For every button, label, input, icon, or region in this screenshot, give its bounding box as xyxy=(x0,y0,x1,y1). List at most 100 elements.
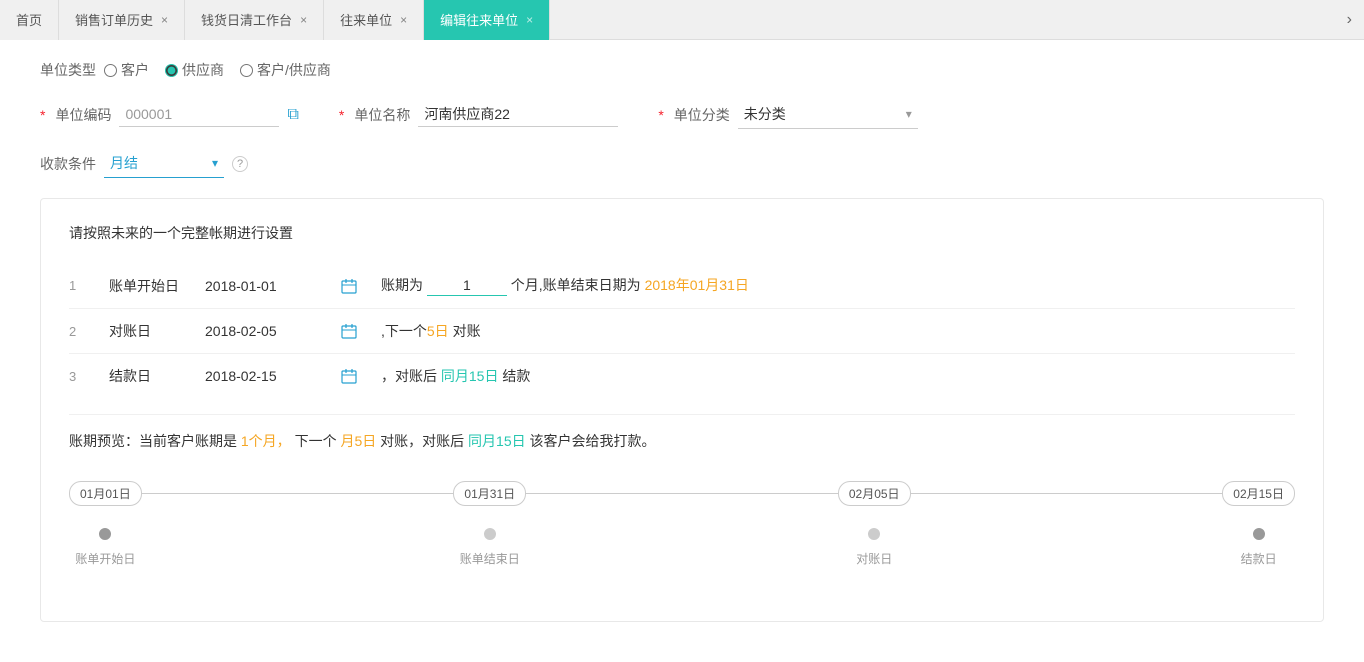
step2-day: 5日 xyxy=(427,323,449,339)
card-title: 请按照未来的一个完整帐期进行设置 xyxy=(69,223,1295,243)
timeline: 01月01日 账单开始日 01月31日 账单结束日 02月05日 对账 xyxy=(69,471,1295,597)
step1-end-date: 2018年01月31日 xyxy=(645,277,749,293)
timeline-point-3: 02月05日 对账日 xyxy=(838,481,911,567)
tab-cash-reconcile-close[interactable]: × xyxy=(300,13,307,27)
calendar-icon-3[interactable] xyxy=(341,368,357,384)
step2-comma: ,下一个 xyxy=(381,323,427,339)
unit-info-row: * 单位编码 ⧉ * 单位名称 * 单位分类 未分类 ▾ xyxy=(40,100,1324,129)
step1-suffix: 个月,账单结束日期为 xyxy=(511,277,645,293)
tab-more-button[interactable]: › xyxy=(1335,11,1364,29)
preview-text: 账期预览：当前客户账期是 1个月， 下一个 月5日 对账，对账后 同月15日 该… xyxy=(69,431,1295,451)
unit-code-input[interactable] xyxy=(119,102,279,127)
step-label-3: 结款日 xyxy=(109,366,189,386)
steps-table: 1 账单开始日 2018-01-01 账期为 个月,账单结束日期为 2018年0… xyxy=(69,263,1295,398)
unit-category-arrow-icon: ▾ xyxy=(906,107,912,121)
timeline-point-1: 01月01日 账单开始日 xyxy=(69,481,142,567)
page-content: 单位类型 客户 供应商 客户/供应商 * 单位编码 xyxy=(0,40,1364,662)
preview-part2-orange: 月5日 xyxy=(340,433,376,449)
timeline-label-1: 账单开始日 xyxy=(75,550,135,567)
tab-partner-units-close[interactable]: × xyxy=(400,13,407,27)
card-section: 请按照未来的一个完整帐期进行设置 1 账单开始日 2018-01-01 账期为 xyxy=(40,198,1324,622)
timeline-dot-3 xyxy=(868,528,880,540)
shoukuan-arrow-icon: ▾ xyxy=(212,156,218,170)
timeline-label-4: 结款日 xyxy=(1241,550,1277,567)
preview-part4: 该客户会给我打款。 xyxy=(530,433,656,449)
tab-edit-partner-close[interactable]: × xyxy=(526,13,533,27)
radio-both-input[interactable] xyxy=(240,64,253,77)
step-desc-1: 账期为 个月,账单结束日期为 2018年01月31日 xyxy=(381,275,749,296)
calendar-icon-1[interactable] xyxy=(341,278,357,294)
unit-name-label: 单位名称 xyxy=(354,105,410,125)
copy-icon[interactable]: ⧉ xyxy=(287,106,298,124)
step-num-2: 2 xyxy=(69,324,93,339)
unit-code-star: * xyxy=(40,107,45,123)
unit-code-item: * 单位编码 ⧉ xyxy=(40,102,299,127)
step-desc-3: ，对账后 同月15日 结款 xyxy=(381,366,530,386)
tab-cash-reconcile-label: 钱货日清工作台 xyxy=(201,10,292,29)
timeline-label-2: 账单结束日 xyxy=(460,550,520,567)
timeline-point-4: 02月15日 结款日 xyxy=(1222,481,1295,567)
unit-category-star: * xyxy=(658,107,663,123)
timeline-label-3: 对账日 xyxy=(856,550,892,567)
calendar-icon-2[interactable] xyxy=(341,323,357,339)
radio-both[interactable]: 客户/供应商 xyxy=(240,60,331,80)
step-label-1: 账单开始日 xyxy=(109,276,189,296)
step2-suffix: 对账 xyxy=(449,323,481,339)
step-num-1: 1 xyxy=(69,278,93,293)
tab-home[interactable]: 首页 xyxy=(0,0,59,40)
unit-category-label: 单位分类 xyxy=(674,105,730,125)
unit-name-input[interactable] xyxy=(418,102,618,127)
timeline-badge-3: 02月05日 xyxy=(838,481,911,506)
timeline-dot-1 xyxy=(99,528,111,540)
step-row-3: 3 结款日 2018-02-15 ，对账后 同月15日 结款 xyxy=(69,354,1295,398)
unit-code-label: 单位编码 xyxy=(55,105,111,125)
preview-part1: 1个月， xyxy=(241,433,291,449)
shoukuan-select[interactable]: 月结 ▾ xyxy=(104,149,224,178)
unit-type-label: 单位类型 xyxy=(40,60,96,80)
tab-edit-partner-label: 编辑往来单位 xyxy=(440,10,518,29)
step-row-1: 1 账单开始日 2018-01-01 账期为 个月,账单结束日期为 2018年0… xyxy=(69,263,1295,309)
preview-label: 账期预览：当前客户账期是 xyxy=(69,433,237,449)
unit-category-value: 未分类 xyxy=(744,104,906,124)
shoukuan-label: 收款条件 xyxy=(40,154,96,174)
question-icon[interactable]: ? xyxy=(232,156,248,172)
step-label-2: 对账日 xyxy=(109,321,189,341)
preview-part3-teal: 同月15日 xyxy=(468,433,526,449)
timeline-dot-4 xyxy=(1253,528,1265,540)
timeline-dot-2 xyxy=(484,528,496,540)
tab-home-label: 首页 xyxy=(16,10,42,29)
step-date-2: 2018-02-05 xyxy=(205,323,325,339)
tab-cash-reconcile[interactable]: 钱货日清工作台 × xyxy=(185,0,324,40)
preview-section: 账期预览：当前客户账期是 1个月， 下一个 月5日 对账，对账后 同月15日 该… xyxy=(69,398,1295,597)
step-row-2: 2 对账日 2018-02-05 ,下一个5日 对账 xyxy=(69,309,1295,354)
unit-type-radio-group: 客户 供应商 客户/供应商 xyxy=(104,60,331,80)
timeline-badge-2: 01月31日 xyxy=(453,481,526,506)
step1-months-input[interactable] xyxy=(427,275,507,296)
tab-partner-units[interactable]: 往来单位 × xyxy=(324,0,424,40)
radio-customer-input[interactable] xyxy=(104,64,117,77)
tab-partner-units-label: 往来单位 xyxy=(340,10,392,29)
step3-suffix: 结款 xyxy=(498,368,530,384)
unit-type-item: 单位类型 客户 供应商 客户/供应商 xyxy=(40,60,331,80)
radio-supplier[interactable]: 供应商 xyxy=(165,60,224,80)
unit-category-select[interactable]: 未分类 ▾ xyxy=(738,100,918,129)
tab-bar: 首页 销售订单历史 × 钱货日清工作台 × 往来单位 × 编辑往来单位 × › xyxy=(0,0,1364,40)
unit-type-row: 单位类型 客户 供应商 客户/供应商 xyxy=(40,60,1324,80)
radio-customer[interactable]: 客户 xyxy=(104,60,149,80)
tab-sales-history[interactable]: 销售订单历史 × xyxy=(59,0,185,40)
tab-edit-partner[interactable]: 编辑往来单位 × xyxy=(424,0,550,40)
preview-part3: 对账，对账后 xyxy=(380,433,464,449)
radio-supplier-input[interactable] xyxy=(165,64,178,77)
step-num-3: 3 xyxy=(69,369,93,384)
tab-sales-history-close[interactable]: × xyxy=(161,13,168,27)
timeline-badge-4: 02月15日 xyxy=(1222,481,1295,506)
unit-category-item: * 单位分类 未分类 ▾ xyxy=(658,100,917,129)
unit-name-star: * xyxy=(339,107,344,123)
timeline-badge-1: 01月01日 xyxy=(69,481,142,506)
radio-both-label: 客户/供应商 xyxy=(257,60,331,80)
timeline-points: 01月01日 账单开始日 01月31日 账单结束日 02月05日 对账 xyxy=(69,481,1295,567)
step3-prefix: ，对账后 xyxy=(381,368,441,384)
unit-name-item: * 单位名称 xyxy=(339,102,618,127)
step3-day: 同月15日 xyxy=(441,368,499,384)
radio-customer-label: 客户 xyxy=(121,60,149,80)
